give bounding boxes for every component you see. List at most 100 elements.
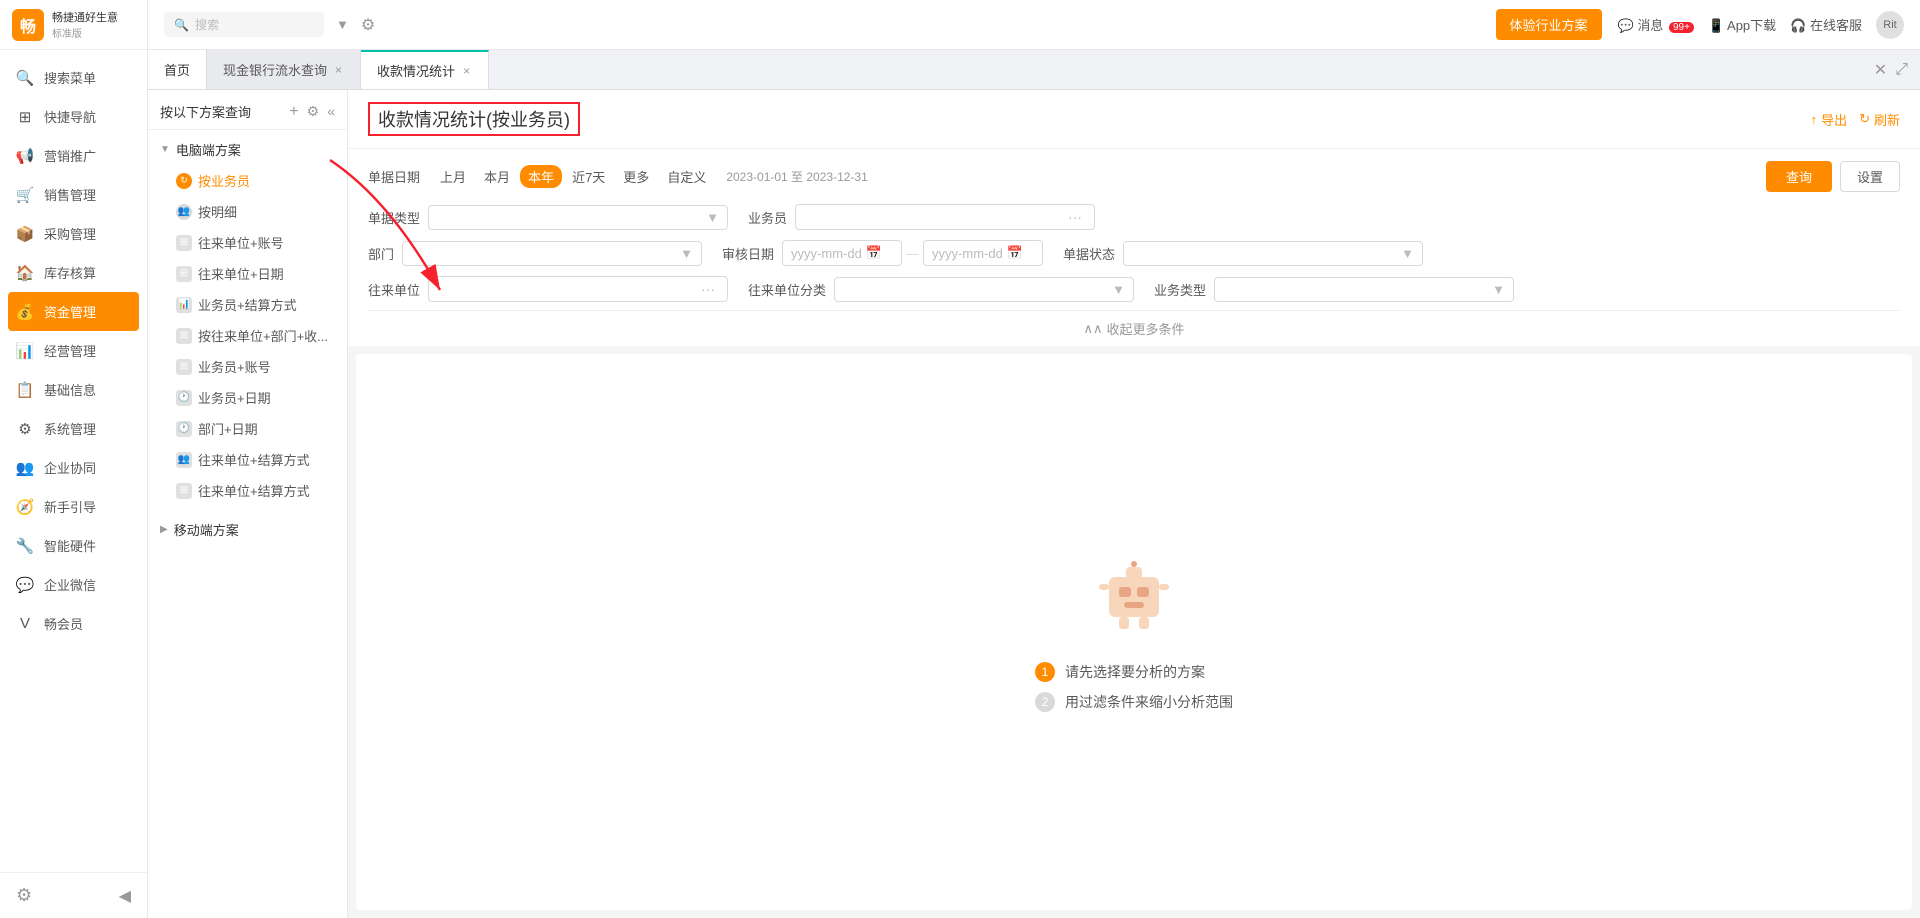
- topbar-gear-icon[interactable]: ⚙: [361, 15, 375, 35]
- export-icon: ↑: [1811, 112, 1818, 127]
- scheme-item-detail-label: 按明细: [198, 202, 237, 221]
- sidebar-label-guide: 新手引导: [44, 497, 96, 516]
- voucher-status-select[interactable]: ▼: [1123, 241, 1423, 266]
- tab-collection-stat[interactable]: 收款情况统计 ×: [361, 50, 489, 89]
- date-tab-more[interactable]: 更多: [615, 165, 657, 188]
- topbar-dropdown-icon[interactable]: ▼: [336, 17, 349, 32]
- voucher-type-filter: 单据类型 ▼: [368, 205, 728, 230]
- scheme-item-by-detail[interactable]: 👥 按明细: [148, 196, 347, 227]
- sidebar-item-enterprise[interactable]: 👥 企业协同: [0, 448, 147, 487]
- tab-expand-button[interactable]: ⤢: [1895, 61, 1908, 79]
- voucher-type-select[interactable]: ▼: [428, 205, 728, 230]
- sidebar-settings-icon[interactable]: ⚙: [16, 885, 32, 906]
- query-button[interactable]: 查询: [1766, 161, 1832, 192]
- online-service-button[interactable]: 🎧 在线客服: [1790, 15, 1862, 34]
- scheme-group-mobile-title[interactable]: ▶ 移动端方案: [148, 514, 347, 545]
- topbar-search-box[interactable]: 🔍 搜索: [164, 12, 324, 37]
- date-tab-this-year[interactable]: 本年: [520, 165, 562, 188]
- sidebar-item-finance[interactable]: 💰 资金管理: [8, 292, 139, 331]
- scheme-item-salesperson-date[interactable]: 🕐 业务员+日期: [148, 382, 347, 413]
- hardware-icon: 🔧: [16, 537, 34, 555]
- dept-label: 部门: [368, 244, 394, 263]
- sidebar-item-marketing[interactable]: 📢 营销推广: [0, 136, 147, 175]
- scheme-item-by-salesperson[interactable]: ↻ 按业务员: [148, 165, 347, 196]
- messages-button[interactable]: 💬 消息 99+: [1618, 15, 1694, 34]
- trial-button[interactable]: 体验行业方案: [1496, 9, 1602, 40]
- review-date-start-input[interactable]: yyyy-mm-dd 📅: [782, 240, 902, 266]
- step-2-text: 用过滤条件来缩小分析范围: [1065, 692, 1233, 712]
- business-type-filter: 业务类型 ▼: [1154, 277, 1514, 302]
- tab-home-label: 首页: [164, 60, 190, 79]
- scheme-collapse-icon[interactable]: «: [327, 103, 335, 121]
- scheme-item-counterpart-account[interactable]: ⊞ 往来单位+账号: [148, 227, 347, 258]
- sidebar-item-search[interactable]: 🔍 搜索菜单: [0, 58, 147, 97]
- review-date-input-pair: yyyy-mm-dd 📅 — yyyy-mm-dd 📅: [782, 240, 1043, 266]
- export-button[interactable]: ↑ 导出: [1811, 110, 1848, 129]
- app-download-button[interactable]: 📱 App下载: [1708, 15, 1776, 34]
- sidebar-item-operation[interactable]: 📊 经营管理: [0, 331, 147, 370]
- scheme-settings-icon[interactable]: ⚙: [307, 103, 320, 121]
- tab-home[interactable]: 首页: [148, 50, 207, 89]
- filter-row3: 部门 ▼ 审核日期 yyyy-mm-dd 📅: [368, 240, 1900, 266]
- counterpart-filter: 往来单位 ···: [368, 276, 728, 302]
- salesperson-select[interactable]: ···: [795, 204, 1095, 230]
- date-tab-last-month[interactable]: 上月: [432, 165, 474, 188]
- scheme-item-cs1-icon: 👥: [176, 452, 192, 468]
- date-tab-custom[interactable]: 自定义: [659, 165, 714, 188]
- counterpart-more-icon[interactable]: ···: [697, 281, 719, 297]
- counterpart-category-select[interactable]: ▼: [834, 277, 1134, 302]
- tab-close-all-button[interactable]: ✕: [1874, 60, 1887, 80]
- sidebar-item-hardware[interactable]: 🔧 智能硬件: [0, 526, 147, 565]
- salesperson-more-icon[interactable]: ···: [1064, 209, 1086, 225]
- scheme-item-cs2[interactable]: ⊞ 往来单位+结算方式: [148, 475, 347, 506]
- scheme-group-desktop-title[interactable]: ▼ 电脑端方案: [148, 134, 347, 165]
- dept-select[interactable]: ▼: [402, 241, 702, 266]
- date-tabs-group: 上月 本月 本年 近7天 更多 自定义: [432, 165, 714, 188]
- empty-state: 1 请先选择要分析的方案 2 用过滤条件来缩小分析范围: [356, 354, 1912, 910]
- calendar-start-icon: 📅: [866, 245, 882, 261]
- empty-steps: 1 请先选择要分析的方案 2 用过滤条件来缩小分析范围: [1035, 662, 1233, 722]
- sidebar-item-warehouse[interactable]: 🏠 库存核算: [0, 253, 147, 292]
- review-date-label: 审核日期: [722, 244, 774, 263]
- scheme-item-counterpart-dept[interactable]: ⊞ 按往来单位+部门+收...: [148, 320, 347, 351]
- sidebar-item-basic-info[interactable]: 📋 基础信息: [0, 370, 147, 409]
- scheme-item-dept-date[interactable]: 🕐 部门+日期: [148, 413, 347, 444]
- main-area: 🔍 搜索 ▼ ⚙ 体验行业方案 💬 消息 99+ 📱 App下载 🎧 在线客服: [148, 0, 1920, 918]
- sidebar-label-warehouse: 库存核算: [44, 263, 96, 282]
- tab-collection-stat-close[interactable]: ×: [461, 64, 472, 78]
- settings-button[interactable]: 设置: [1840, 161, 1900, 192]
- filter-row2: 单据类型 ▼ 业务员 ···: [368, 204, 1900, 230]
- date-tab-this-month[interactable]: 本月: [476, 165, 518, 188]
- sidebar-item-wechat[interactable]: 💬 企业微信: [0, 565, 147, 604]
- sidebar-item-vip[interactable]: V 畅会员: [0, 604, 147, 643]
- scheme-item-salesperson-account[interactable]: ⊞ 业务员+账号: [148, 351, 347, 382]
- content-body: 1 请先选择要分析的方案 2 用过滤条件来缩小分析范围: [348, 346, 1920, 918]
- scheme-add-icon[interactable]: +: [289, 103, 298, 121]
- sidebar-bottom: ⚙ ◀: [0, 872, 147, 918]
- refresh-button[interactable]: ↻ 刷新: [1859, 110, 1900, 129]
- sidebar-item-system[interactable]: ⚙ 系统管理: [0, 409, 147, 448]
- sidebar-item-sales[interactable]: 🛒 销售管理: [0, 175, 147, 214]
- sidebar-label-enterprise: 企业协同: [44, 458, 96, 477]
- scheme-item-cs1-label: 往来单位+结算方式: [198, 450, 310, 469]
- scheme-item-cs1[interactable]: 👥 往来单位+结算方式: [148, 444, 347, 475]
- logo-icon: 畅: [12, 9, 44, 41]
- scheme-item-counterpart-date[interactable]: ⊞ 往来单位+日期: [148, 258, 347, 289]
- business-type-select[interactable]: ▼: [1214, 277, 1514, 302]
- date-tab-last-7[interactable]: 近7天: [564, 165, 613, 188]
- step-2-num: 2: [1035, 692, 1055, 712]
- sidebar-item-guide[interactable]: 🧭 新手引导: [0, 487, 147, 526]
- sidebar-item-purchase[interactable]: 📦 采购管理: [0, 214, 147, 253]
- collapse-bar[interactable]: ∧∧ 收起更多条件: [368, 310, 1900, 346]
- tab-bank-flow[interactable]: 现金银行流水查询 ×: [207, 50, 361, 89]
- home-icon: ⊞: [16, 108, 34, 126]
- counterpart-select[interactable]: ···: [428, 276, 728, 302]
- scheme-panel-header: 按以下方案查询 + ⚙ «: [148, 90, 347, 130]
- vip-icon: V: [16, 615, 34, 633]
- sidebar-item-quick-nav[interactable]: ⊞ 快捷导航: [0, 97, 147, 136]
- sidebar-collapse-icon[interactable]: ◀: [119, 886, 131, 906]
- scheme-item-salesperson-settlement[interactable]: 📊 业务员+结算方式: [148, 289, 347, 320]
- tab-bank-flow-close[interactable]: ×: [333, 63, 344, 77]
- user-avatar[interactable]: Rit: [1876, 11, 1904, 39]
- review-date-end-input[interactable]: yyyy-mm-dd 📅: [923, 240, 1043, 266]
